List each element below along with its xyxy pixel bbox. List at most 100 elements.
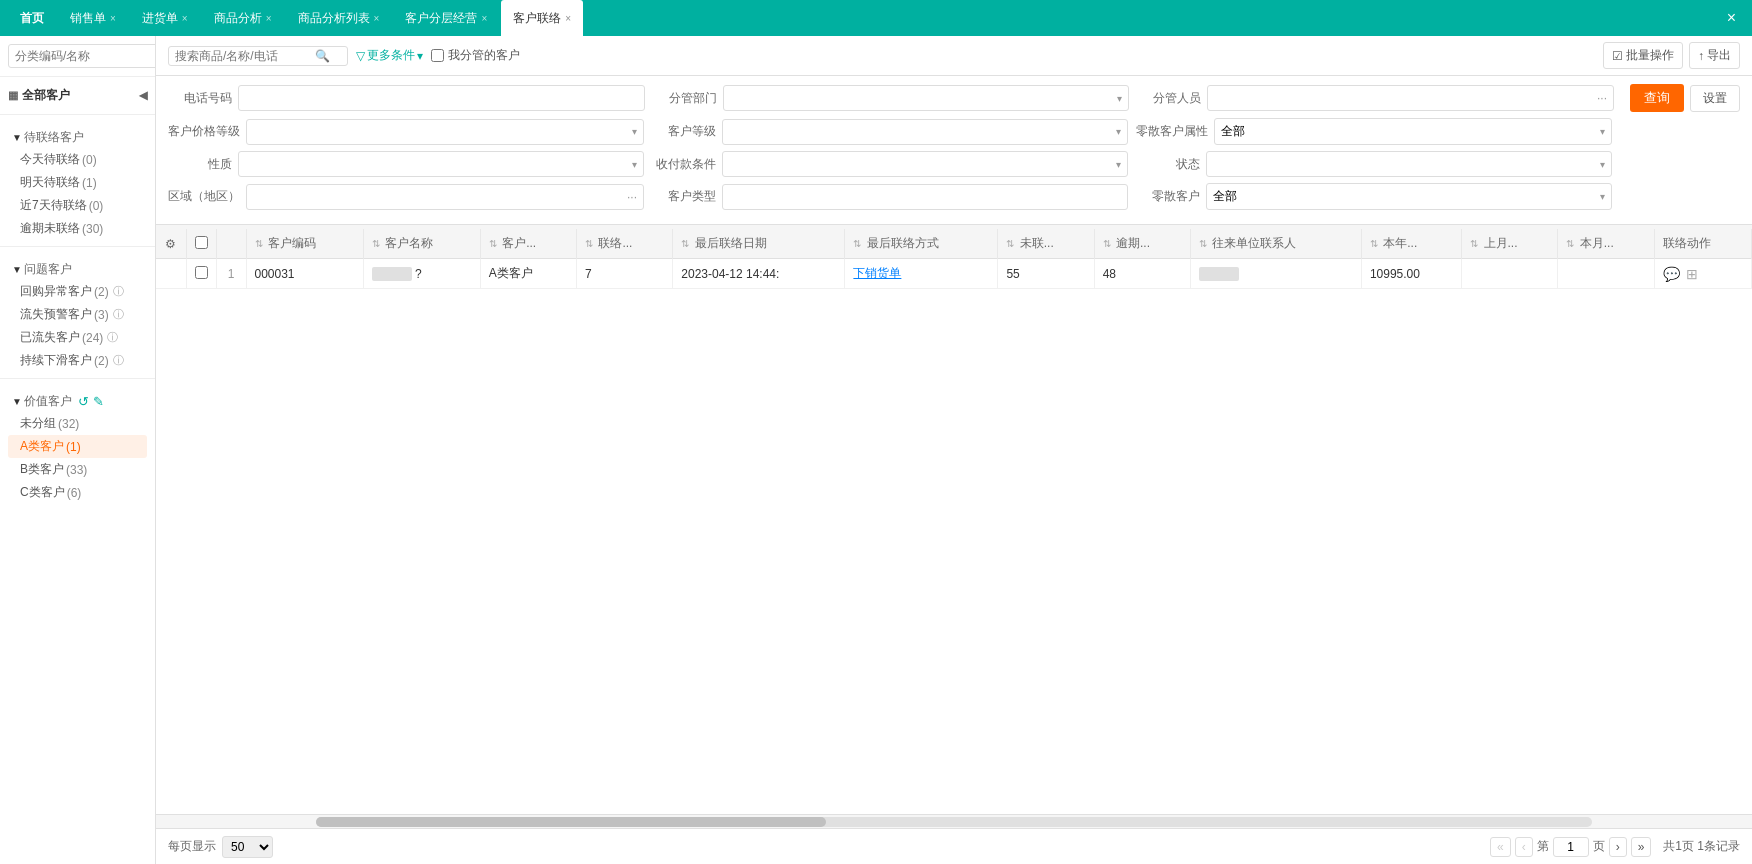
col-name[interactable]: ⇅ 客户名称 xyxy=(363,229,480,259)
nav-tab-sales-label: 销售单 xyxy=(70,10,106,27)
prev-page-button[interactable]: ‹ xyxy=(1515,837,1533,857)
sidebar-group-value-label[interactable]: ▼ 价值客户 ↺ ✎ xyxy=(8,389,147,412)
col-code[interactable]: ⇅ 客户编码 xyxy=(246,229,363,259)
sidebar-group-pending-label[interactable]: ▼ 待联络客户 xyxy=(8,125,147,148)
col-last-date[interactable]: ⇅ 最后联络日期 xyxy=(673,229,845,259)
col-this-month[interactable]: ⇅ 本月... xyxy=(1558,229,1654,259)
filter-more-button[interactable]: ▽ 更多条件 ▾ xyxy=(356,47,423,64)
status-input[interactable]: ▾ xyxy=(1206,151,1612,177)
nav-tab-analysis-list-close[interactable]: × xyxy=(374,13,380,24)
col-settings[interactable]: ⚙ xyxy=(156,229,186,259)
row-name-cell[interactable]: ? xyxy=(363,259,480,289)
region-input[interactable]: ··· xyxy=(246,184,644,210)
nature-label: 性质 xyxy=(168,156,238,173)
repurchase-count: (2) xyxy=(94,285,109,299)
row-visit-contact-masked xyxy=(1199,267,1239,281)
payment-input[interactable]: ▾ xyxy=(722,151,1128,177)
nav-tab-analysis-close[interactable]: × xyxy=(266,13,272,24)
declining-label: 持续下滑客户 xyxy=(20,352,92,369)
refresh-icon[interactable]: ↺ xyxy=(78,394,89,409)
nav-tab-customer-contact-close[interactable]: × xyxy=(565,13,571,24)
col-last-month-label: 上月... xyxy=(1484,236,1518,250)
sidebar-item-repurchase-abnormal[interactable]: 回购异常客户 (2) ⓘ xyxy=(8,280,147,303)
scrollbar-thumb[interactable] xyxy=(316,817,826,827)
export-button[interactable]: ↑ 导出 xyxy=(1689,42,1740,69)
row-code-cell[interactable]: 000031 xyxy=(246,259,363,289)
filter-search-icon[interactable]: 🔍 xyxy=(315,49,330,63)
dept-input[interactable]: ▾ xyxy=(723,85,1130,111)
sidebar-item-c-class[interactable]: C类客户 (6) xyxy=(8,481,147,504)
retail-customer-value: 全部 xyxy=(1213,188,1237,205)
manager-input[interactable]: ··· xyxy=(1207,85,1614,111)
filter-payment: 收付款条件 ▾ xyxy=(652,151,1128,177)
select-all-checkbox[interactable] xyxy=(195,236,208,249)
sidebar-item-overdue[interactable]: 逾期未联络 (30) xyxy=(8,217,147,240)
sidebar-item-7days[interactable]: 近7天待联络 (0) xyxy=(8,194,147,217)
nav-tab-customer-tier-close[interactable]: × xyxy=(481,13,487,24)
row-checkbox-cell[interactable] xyxy=(186,259,216,289)
last-page-button[interactable]: » xyxy=(1631,837,1652,857)
b-class-label: B类客户 xyxy=(20,461,64,478)
col-level[interactable]: ⇅ 客户... xyxy=(480,229,576,259)
sidebar-item-a-class[interactable]: A类客户 (1) xyxy=(8,435,147,458)
edit-icon[interactable]: ✎ xyxy=(93,394,104,409)
col-last-method[interactable]: ⇅ 最后联络方式 xyxy=(845,229,998,259)
page-size-select[interactable]: 50 20 100 200 xyxy=(222,836,273,858)
col-checkbox[interactable] xyxy=(186,229,216,259)
row-checkbox[interactable] xyxy=(195,266,208,279)
qr-icon[interactable]: ⊞ xyxy=(1686,266,1698,282)
col-no-contact[interactable]: ⇅ 未联... xyxy=(998,229,1094,259)
page-input[interactable] xyxy=(1553,837,1589,857)
settings-button[interactable]: 设置 xyxy=(1690,85,1740,112)
next-page-button[interactable]: › xyxy=(1609,837,1627,857)
retail-attr-input[interactable]: 全部 ▾ xyxy=(1214,118,1612,145)
nav-tab-purchase[interactable]: 进货单 × xyxy=(130,0,200,36)
horizontal-scrollbar[interactable] xyxy=(156,814,1752,828)
sidebar-item-unclassified[interactable]: 未分组 (32) xyxy=(8,412,147,435)
batch-op-button[interactable]: ☑ 批量操作 xyxy=(1603,42,1683,69)
sidebar-item-b-class[interactable]: B类客户 (33) xyxy=(8,458,147,481)
filter-search-input[interactable] xyxy=(175,49,315,63)
sidebar-all-customers: ▦ 全部客户 ◀ xyxy=(0,77,155,110)
col-visit-contact[interactable]: ⇅ 往来单位联系人 xyxy=(1190,229,1361,259)
sidebar-item-churn-warning[interactable]: 流失预警客户 (3) ⓘ xyxy=(8,303,147,326)
first-page-button[interactable]: « xyxy=(1490,837,1511,857)
sidebar-item-declining[interactable]: 持续下滑客户 (2) ⓘ xyxy=(8,349,147,372)
phone-label: 电话号码 xyxy=(168,90,238,107)
price-level-input[interactable]: ▾ xyxy=(246,119,644,145)
nav-tab-sales[interactable]: 销售单 × xyxy=(58,0,128,36)
col-last-month[interactable]: ⇅ 上月... xyxy=(1462,229,1558,259)
filter-phone: 电话号码 xyxy=(168,85,645,111)
col-contacts[interactable]: ⇅ 联络... xyxy=(577,229,673,259)
my-customers-checkbox[interactable] xyxy=(431,49,444,62)
sidebar-all-customers-header[interactable]: ▦ 全部客户 ◀ xyxy=(8,83,147,108)
sidebar-item-today[interactable]: 今天待联络 (0) xyxy=(8,148,147,171)
customer-type-input[interactable] xyxy=(722,184,1128,210)
nav-tab-analysis-list[interactable]: 商品分析列表 × xyxy=(286,0,392,36)
app-close-icon[interactable]: × xyxy=(1719,5,1744,30)
sidebar-group-problem-label[interactable]: ▼ 问题客户 xyxy=(8,257,147,280)
nav-tab-sales-close[interactable]: × xyxy=(110,13,116,24)
nav-tab-analysis[interactable]: 商品分析 × xyxy=(202,0,284,36)
chat-icon[interactable]: 💬 xyxy=(1663,266,1680,282)
phone-input[interactable] xyxy=(238,85,645,111)
nav-tab-purchase-close[interactable]: × xyxy=(182,13,188,24)
nav-close-app[interactable]: × xyxy=(1719,9,1744,27)
nav-tab-customer-tier[interactable]: 客户分层经营 × xyxy=(393,0,499,36)
row-last-method[interactable]: 下销货单 xyxy=(853,266,901,280)
nav-home[interactable]: 首页 xyxy=(8,0,56,36)
today-label: 今天待联络 xyxy=(20,151,80,168)
sidebar-item-tomorrow[interactable]: 明天待联络 (1) xyxy=(8,171,147,194)
col-this-year[interactable]: ⇅ 本年... xyxy=(1361,229,1461,259)
query-button[interactable]: 查询 xyxy=(1630,84,1684,112)
retail-attr-arrow: ▾ xyxy=(1600,126,1605,137)
retail-customer-input[interactable]: 全部 ▾ xyxy=(1206,183,1612,210)
nature-input[interactable]: ▾ xyxy=(238,151,644,177)
sidebar-item-churned[interactable]: 已流失客户 (24) ⓘ xyxy=(8,326,147,349)
nav-tab-customer-contact[interactable]: 客户联络 × xyxy=(501,0,583,36)
row-overdue-cell: 48 xyxy=(1094,259,1190,289)
collapse-icon[interactable]: ◀ xyxy=(139,89,147,102)
sidebar-search-input[interactable] xyxy=(8,44,156,68)
customer-level-input[interactable]: ▾ xyxy=(722,119,1128,145)
col-overdue[interactable]: ⇅ 逾期... xyxy=(1094,229,1190,259)
